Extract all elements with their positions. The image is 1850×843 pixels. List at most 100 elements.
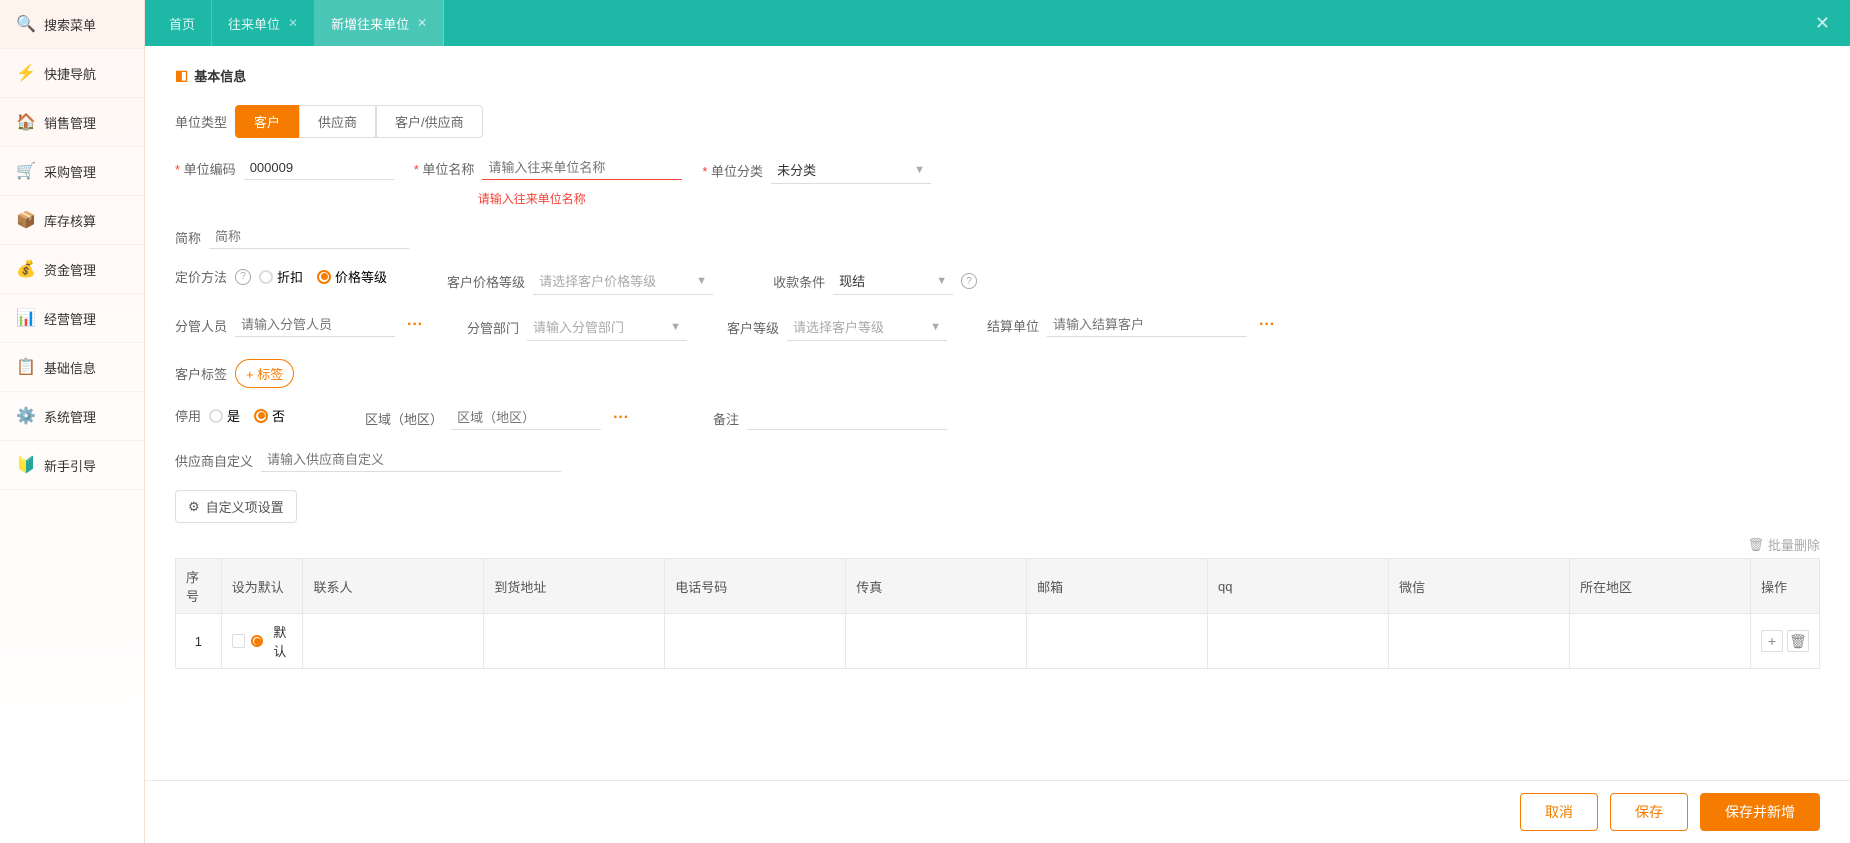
manager-input[interactable] bbox=[235, 313, 395, 337]
unit-category-select[interactable]: 未分类 ▼ bbox=[771, 156, 931, 184]
page-footer: 取消 保存 保存并新增 bbox=[145, 780, 1850, 843]
manager-more-btn[interactable]: ··· bbox=[403, 316, 427, 334]
settlement-unit-more-btn[interactable]: ··· bbox=[1255, 316, 1279, 334]
sidebar-item-label-finance: 资金管理 bbox=[44, 260, 96, 279]
pricing-radio-price-level-circle bbox=[317, 270, 331, 284]
pricing-method-group: 定价方法 ? 折扣 价格等级 bbox=[175, 267, 387, 286]
table-row: 1 默认 bbox=[176, 614, 1820, 669]
sidebar-item-sales[interactable]: 🏠 销售管理 bbox=[0, 98, 144, 147]
customer-price-level-group: 客户价格等级 请选择客户价格等级 ▼ bbox=[447, 267, 713, 295]
sidebar-item-label-guide: 新手引导 bbox=[44, 456, 96, 475]
tab-home[interactable]: 首页 bbox=[153, 0, 212, 46]
sidebar-item-label-system: 系统管理 bbox=[44, 407, 96, 426]
tab-add-unit-close[interactable]: ✕ bbox=[417, 16, 427, 30]
sidebar-item-purchase[interactable]: 🛒 采购管理 bbox=[0, 147, 144, 196]
sidebar-item-basic-info[interactable]: 📋 基础信息 bbox=[0, 343, 144, 392]
pricing-help-icon[interactable]: ? bbox=[235, 269, 251, 285]
td-contact bbox=[303, 614, 484, 669]
sidebar-item-guide[interactable]: 🔰 新手引导 bbox=[0, 441, 144, 490]
td-address bbox=[484, 614, 665, 669]
phone-input[interactable] bbox=[675, 634, 835, 649]
unit-code-input[interactable] bbox=[244, 156, 394, 180]
tab-transaction-units[interactable]: 往来单位 ✕ bbox=[212, 0, 315, 46]
sidebar-item-label-search: 搜索菜单 bbox=[44, 15, 96, 34]
disabled-radio-no[interactable]: 否 bbox=[254, 406, 285, 425]
unit-name-group: 单位名称 请输入往来单位名称 bbox=[414, 156, 683, 207]
td-action: + 🗑 bbox=[1750, 614, 1819, 669]
manager-label: 分管人员 bbox=[175, 316, 227, 335]
disabled-radio-yes[interactable]: 是 bbox=[209, 406, 240, 425]
region-more-btn[interactable]: ··· bbox=[609, 409, 633, 427]
sidebar-item-operation[interactable]: 📊 经营管理 bbox=[0, 294, 144, 343]
type-btn-supplier[interactable]: 供应商 bbox=[299, 105, 376, 138]
unit-name-error: 请输入往来单位名称 bbox=[478, 190, 586, 207]
customer-level-label: 客户等级 bbox=[727, 318, 779, 337]
sidebar-item-system[interactable]: ⚙️ 系统管理 bbox=[0, 392, 144, 441]
th-fax: 传真 bbox=[846, 559, 1027, 614]
tab-add-unit[interactable]: 新增往来单位 ✕ bbox=[315, 0, 444, 46]
sidebar-item-finance[interactable]: 💰 资金管理 bbox=[0, 245, 144, 294]
supplier-custom-input[interactable] bbox=[261, 448, 561, 472]
tab-transaction-units-close[interactable]: ✕ bbox=[288, 16, 298, 30]
contact-table: 序号 设为默认 联系人 到货地址 电话号码 传真 邮箱 qq 微信 所在地区 操… bbox=[175, 558, 1820, 669]
unit-name-input[interactable] bbox=[482, 156, 682, 180]
payment-terms-help-icon[interactable]: ? bbox=[961, 273, 977, 289]
payment-terms-select[interactable]: 现结 ▼ bbox=[833, 267, 953, 295]
gear-icon: ⚙ bbox=[188, 499, 200, 515]
sidebar-item-label-operation: 经营管理 bbox=[44, 309, 96, 328]
email-input[interactable] bbox=[1037, 634, 1197, 649]
batch-delete-icon: 🗑 bbox=[1747, 537, 1764, 553]
td-seq: 1 bbox=[176, 614, 222, 669]
type-btn-both[interactable]: 客户/供应商 bbox=[376, 105, 483, 138]
sidebar-item-label-purchase: 采购管理 bbox=[44, 162, 96, 181]
abbr-input[interactable] bbox=[209, 225, 409, 249]
customer-price-level-select[interactable]: 请选择客户价格等级 ▼ bbox=[533, 267, 713, 295]
wechat-input[interactable] bbox=[1399, 634, 1559, 649]
qq-input[interactable] bbox=[1218, 634, 1378, 649]
sidebar-item-quick-nav[interactable]: ⚡ 快捷导航 bbox=[0, 49, 144, 98]
main-area: 首页 往来单位 ✕ 新增往来单位 ✕ ✕ ◧ 基本信息 单位类型 客户 供应商 bbox=[145, 0, 1850, 843]
default-checkbox[interactable] bbox=[232, 634, 246, 648]
department-chevron: ▼ bbox=[670, 321, 681, 333]
delete-row-btn[interactable]: 🗑 bbox=[1787, 630, 1809, 652]
department-group: 分管部门 请输入分管部门 ▼ bbox=[467, 313, 687, 341]
default-radio[interactable] bbox=[251, 635, 263, 647]
disabled-radio-yes-circle bbox=[209, 409, 223, 423]
batch-delete-btn[interactable]: 🗑 批量删除 bbox=[175, 535, 1820, 554]
th-action: 操作 bbox=[1750, 559, 1819, 614]
table-region-input[interactable] bbox=[1580, 634, 1740, 649]
pricing-radio-discount-circle bbox=[259, 270, 273, 284]
window-close-button[interactable]: ✕ bbox=[1803, 13, 1842, 34]
custom-settings-button[interactable]: ⚙ 自定义项设置 bbox=[175, 490, 297, 523]
save-and-new-button[interactable]: 保存并新增 bbox=[1700, 793, 1820, 831]
contact-input[interactable] bbox=[313, 634, 473, 649]
type-btn-customer[interactable]: 客户 bbox=[235, 105, 299, 138]
disabled-label: 停用 bbox=[175, 406, 201, 425]
unit-type-label: 单位类型 bbox=[175, 112, 227, 131]
supplier-custom-label: 供应商自定义 bbox=[175, 451, 253, 470]
add-row-btn[interactable]: + bbox=[1761, 630, 1783, 652]
customer-level-select[interactable]: 请选择客户等级 ▼ bbox=[787, 313, 947, 341]
supplier-custom-group: 供应商自定义 bbox=[175, 448, 561, 472]
region-group: 区域（地区） ··· bbox=[365, 406, 633, 430]
th-default: 设为默认 bbox=[221, 559, 303, 614]
address-input[interactable] bbox=[494, 634, 654, 649]
sidebar-item-search[interactable]: 🔍 搜索菜单 bbox=[0, 0, 144, 49]
sidebar-item-inventory[interactable]: 📦 库存核算 bbox=[0, 196, 144, 245]
customer-tag-row: 客户标签 + 标签 bbox=[175, 359, 1820, 388]
unit-name-label: 单位名称 bbox=[414, 159, 475, 178]
department-select[interactable]: 请输入分管部门 ▼ bbox=[527, 313, 687, 341]
settlement-unit-input[interactable] bbox=[1047, 313, 1247, 337]
save-button[interactable]: 保存 bbox=[1610, 793, 1688, 831]
batch-delete-label: 批量删除 bbox=[1768, 535, 1820, 554]
pricing-radio-discount[interactable]: 折扣 bbox=[259, 267, 303, 286]
section-icon: ◧ bbox=[175, 67, 188, 84]
supplier-custom-row: 供应商自定义 bbox=[175, 448, 1820, 472]
disabled-radio-yes-label: 是 bbox=[227, 406, 240, 425]
remark-input[interactable] bbox=[747, 406, 947, 430]
cancel-button[interactable]: 取消 bbox=[1520, 793, 1598, 831]
fax-input[interactable] bbox=[856, 634, 1016, 649]
add-tag-button[interactable]: + 标签 bbox=[235, 359, 294, 388]
pricing-radio-price-level[interactable]: 价格等级 bbox=[317, 267, 387, 286]
region-input[interactable] bbox=[451, 406, 601, 430]
